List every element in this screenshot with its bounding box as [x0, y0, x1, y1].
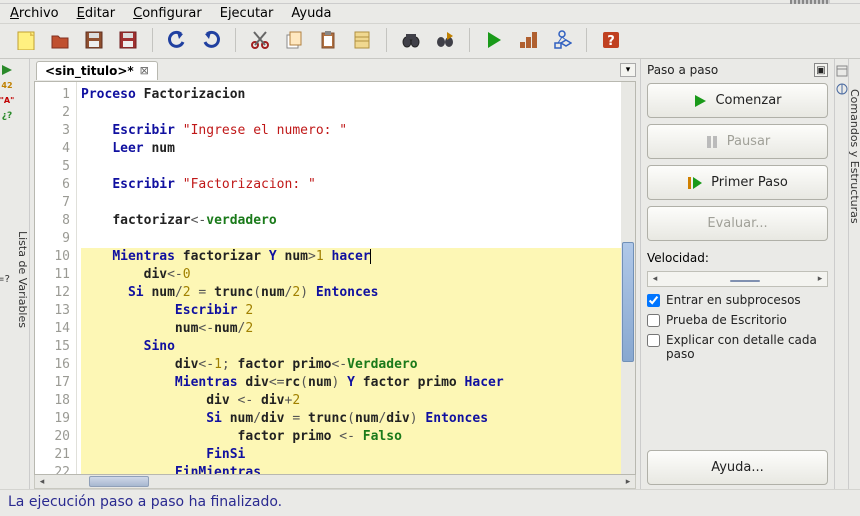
help-button[interactable]: ? [599, 28, 623, 52]
svg-text:?: ? [607, 34, 615, 49]
menu-configurar[interactable]: Configurar [133, 6, 202, 21]
first-step-button[interactable]: Primer Paso [647, 165, 828, 200]
code-line[interactable]: div<-1; factor primo<-Verdadero [81, 356, 621, 374]
check-subprocesos[interactable]: Entrar en subprocesos [647, 293, 828, 307]
code-line[interactable] [81, 230, 621, 248]
help-icon: ? [601, 30, 621, 50]
code-editor[interactable]: 123456789101112131415161718192021222324 … [34, 81, 636, 475]
binoculars-next-icon [435, 30, 455, 50]
right-sidebar: Comandos y Estructuras [848, 59, 860, 489]
binoculars-icon [401, 30, 421, 50]
run-step-button[interactable] [516, 28, 540, 52]
code-line[interactable]: factor primo <- Falso [81, 428, 621, 446]
tab-title: <sin_titulo>* [45, 64, 134, 78]
flowchart-button[interactable] [550, 28, 574, 52]
check-escritorio[interactable]: Prueba de Escritorio [647, 313, 828, 327]
check-explicar[interactable]: Explicar con detalle cada paso [647, 333, 828, 361]
redo-button[interactable] [199, 28, 223, 52]
menu-ayuda[interactable]: Ayuda [291, 6, 331, 21]
new-file-button[interactable] [14, 28, 38, 52]
code-line[interactable]: FinMientras [81, 464, 621, 474]
sidebar-tab-variables[interactable]: Lista de Variables [16, 231, 29, 328]
find-next-button[interactable] [433, 28, 457, 52]
menubar: Archivo Editar Configurar Ejecutar Ayuda [0, 4, 860, 24]
code-line[interactable]: Sino [81, 338, 621, 356]
tab-bar: <sin_titulo>* ⊠ ▾ [30, 59, 640, 81]
undo-icon [167, 30, 187, 50]
flowchart-icon [552, 30, 572, 50]
vertical-scrollbar[interactable] [621, 82, 635, 474]
pause-button[interactable]: Pausar [647, 124, 828, 159]
run-button[interactable] [482, 28, 506, 52]
play-icon [484, 30, 504, 50]
code-line[interactable] [81, 104, 621, 122]
menu-archivo[interactable]: Archivo [10, 6, 59, 21]
sidebar-tab-commands[interactable]: Comandos y Estructuras [848, 89, 860, 224]
diskette-icon [84, 30, 104, 50]
code-line[interactable] [81, 158, 621, 176]
undo-button[interactable] [165, 28, 189, 52]
paste-button[interactable] [316, 28, 340, 52]
right-gutter-icons [834, 59, 848, 489]
toolbar: ? [0, 24, 860, 59]
line-gutter: 123456789101112131415161718192021222324 [35, 82, 77, 474]
code-line[interactable]: Escribir "Factorizacion: " [81, 176, 621, 194]
cut-button[interactable] [248, 28, 272, 52]
find-button[interactable] [399, 28, 423, 52]
code-line[interactable]: Escribir 2 [81, 302, 621, 320]
step-panel-title: Paso a paso [647, 63, 718, 77]
code-line[interactable]: Leer num [81, 140, 621, 158]
code-line[interactable]: Proceso Factorizacion [81, 86, 621, 104]
code-content[interactable]: Proceso Factorizacion Escribir "Ingrese … [77, 82, 621, 474]
code-line[interactable]: factorizar<-verdadero [81, 212, 621, 230]
diskette-red-icon [118, 30, 138, 50]
note-icon [16, 30, 36, 50]
speed-slider[interactable]: ◂ ▸ [647, 271, 828, 287]
close-icon[interactable]: ⊠ [140, 64, 149, 77]
steps-icon [518, 30, 538, 50]
code-line[interactable]: Mientras div<=rc(num) Y factor primo Hac… [81, 374, 621, 392]
tab-dropdown-icon[interactable]: ▾ [620, 63, 636, 77]
redo-icon [201, 30, 221, 50]
open-file-button[interactable] [48, 28, 72, 52]
close-icon[interactable]: ▣ [814, 63, 828, 77]
left-sidebar: Lista de Variables ++=? Operadores y Fun… [14, 59, 30, 489]
clipboard-icon [318, 30, 338, 50]
code-line[interactable]: Si num/div = trunc(num/div) Entonces [81, 410, 621, 428]
code-line[interactable]: Si num/2 = trunc(num/2) Entonces [81, 284, 621, 302]
code-line[interactable]: num<-num/2 [81, 320, 621, 338]
code-line[interactable]: Escribir "Ingrese el numero: " [81, 122, 621, 140]
code-line[interactable]: div <- div+2 [81, 392, 621, 410]
copy-button[interactable] [282, 28, 306, 52]
menu-ejecutar[interactable]: Ejecutar [220, 6, 274, 21]
step-panel: Paso a paso ▣ Comenzar Pausar Primer Pas… [640, 59, 834, 489]
save-as-button[interactable] [116, 28, 140, 52]
code-line[interactable]: Mientras factorizar Y num>1 hacer [81, 248, 621, 266]
speed-label: Velocidad: [647, 251, 828, 265]
save-file-button[interactable] [82, 28, 106, 52]
evaluate-button[interactable]: Evaluar... [647, 206, 828, 241]
code-line[interactable]: div<-0 [81, 266, 621, 284]
status-bar: La ejecución paso a paso ha finalizado. [0, 489, 860, 516]
notebook-icon [352, 30, 372, 50]
help-button[interactable]: Ayuda... [647, 450, 828, 485]
sidebar-tab-ops-icon: ++=? [0, 274, 10, 285]
document-tab[interactable]: <sin_titulo>* ⊠ [36, 61, 158, 80]
horizontal-scrollbar[interactable]: ◂ ▸ [34, 475, 636, 489]
code-line[interactable] [81, 194, 621, 212]
notes-button[interactable] [350, 28, 374, 52]
menu-editar[interactable]: Editar [77, 6, 116, 21]
scissors-icon [250, 30, 270, 50]
folder-icon [50, 30, 70, 50]
code-line[interactable]: FinSi [81, 446, 621, 464]
pages-icon [284, 30, 304, 50]
start-button[interactable]: Comenzar [647, 83, 828, 118]
